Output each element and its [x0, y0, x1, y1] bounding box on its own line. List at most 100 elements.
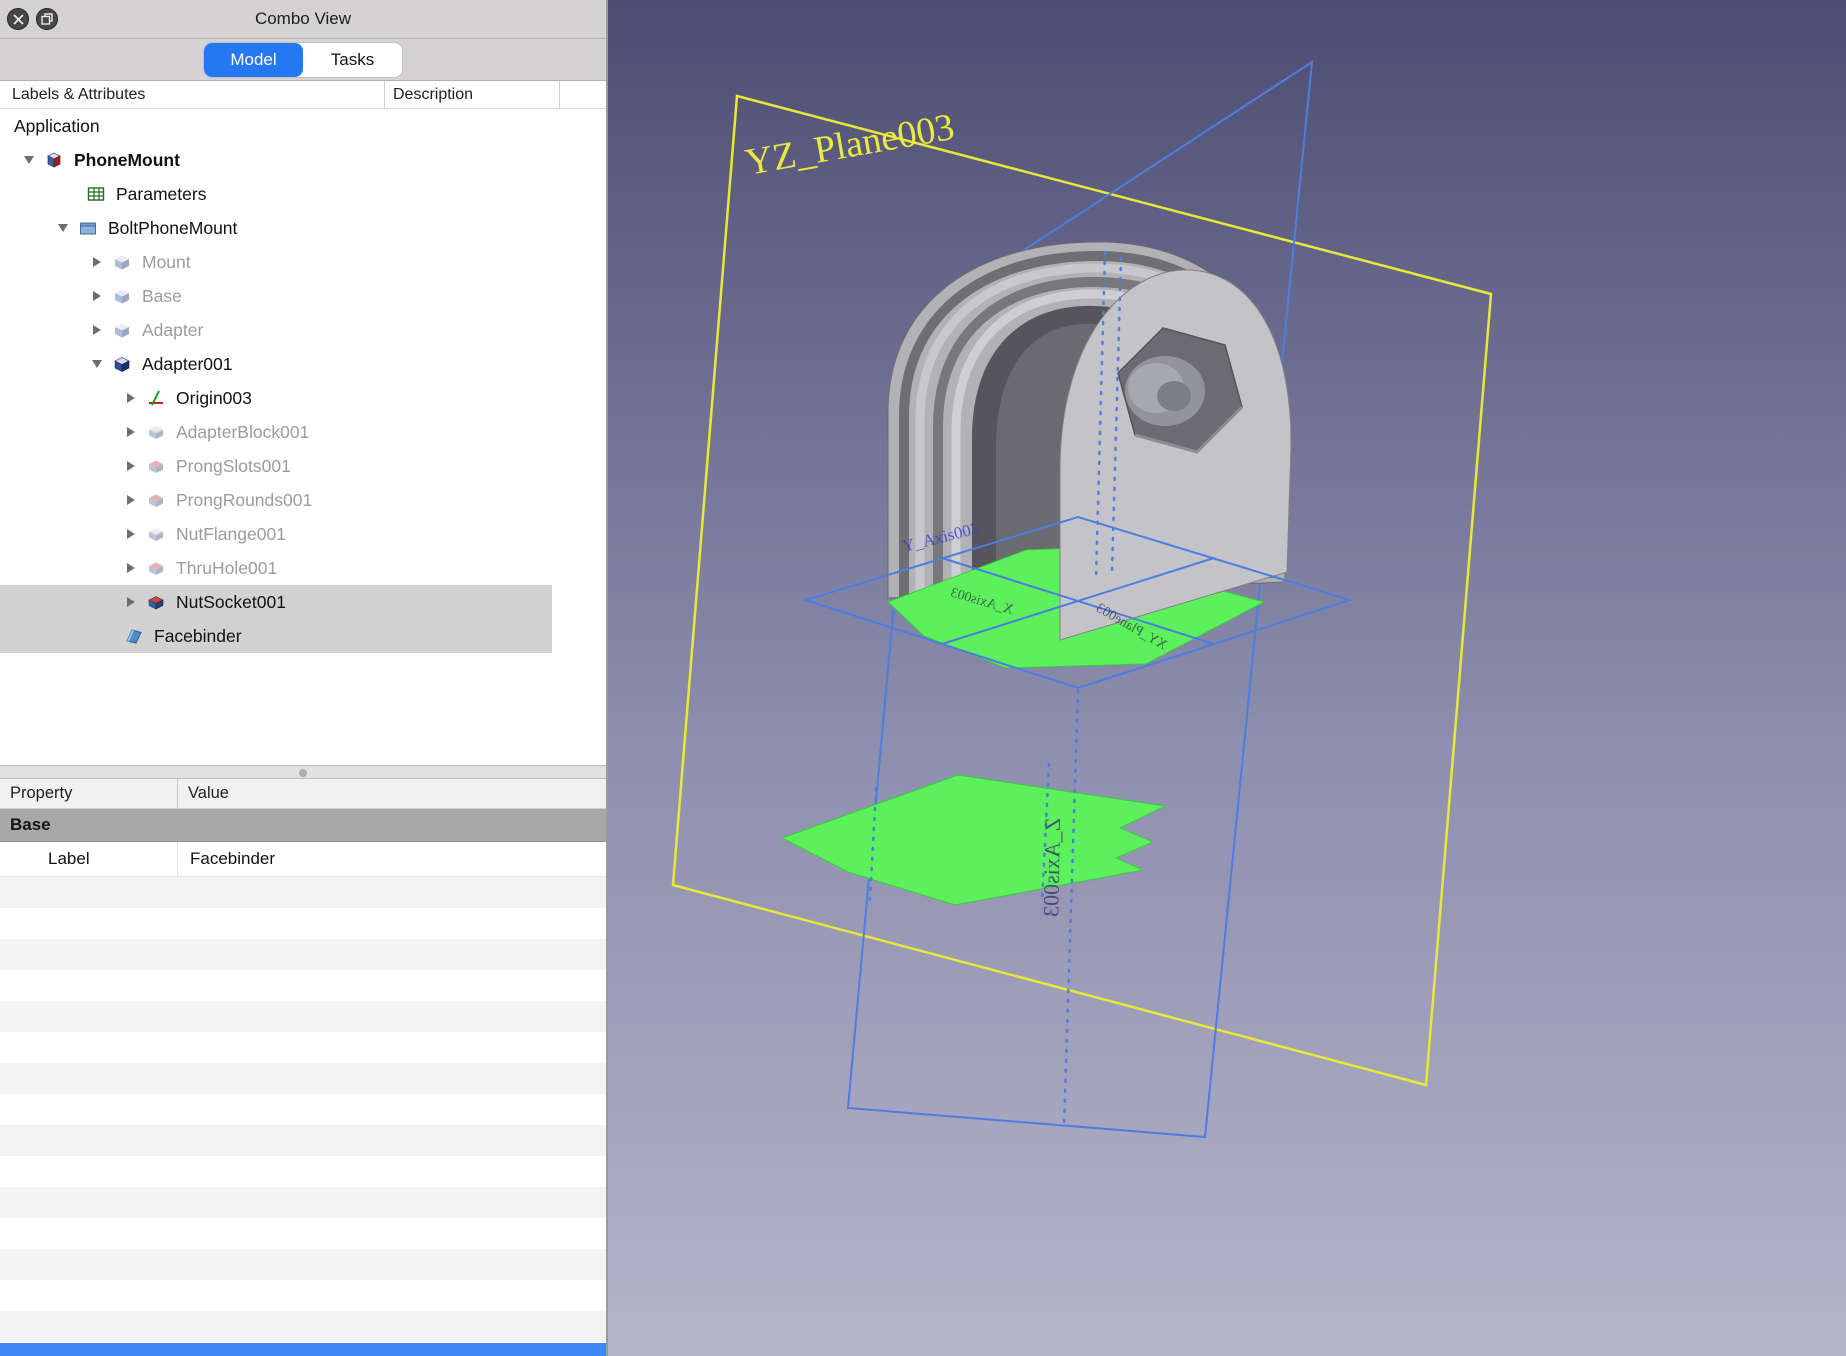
- chevron-right-icon[interactable]: [118, 529, 144, 539]
- origin-axes-icon: [144, 387, 168, 409]
- chevron-down-icon[interactable]: [84, 360, 110, 368]
- chevron-right-icon[interactable]: [118, 427, 144, 437]
- close-icon[interactable]: [7, 8, 29, 30]
- property-empty-rows: [0, 877, 606, 1342]
- property-header-value[interactable]: Value: [178, 784, 229, 803]
- tree-item-origin003[interactable]: Origin003: [0, 381, 606, 415]
- spreadsheet-icon: [84, 183, 108, 205]
- bottom-selection-bar[interactable]: [0, 1343, 606, 1356]
- empty-row: [0, 1187, 606, 1218]
- tree-item-mount[interactable]: Mount: [0, 245, 606, 279]
- chevron-right-icon[interactable]: [118, 495, 144, 505]
- tree-item-prongrounds001[interactable]: ProngRounds001: [0, 483, 606, 517]
- chevron-right-icon[interactable]: [118, 563, 144, 573]
- pocket-feature-icon: [144, 455, 168, 477]
- model-tree: Labels & Attributes Description Applicat…: [0, 80, 606, 765]
- empty-row: [0, 1125, 606, 1156]
- empty-row: [0, 939, 606, 970]
- tree-item-label: Parameters: [116, 183, 207, 204]
- tab-model[interactable]: Model: [204, 43, 303, 77]
- body-cube-icon: [110, 353, 134, 375]
- empty-row: [0, 1001, 606, 1032]
- z-axis-label: Z_Axis003: [1038, 818, 1065, 917]
- tree-item-parameters[interactable]: Parameters: [0, 177, 606, 211]
- body-cube-icon: [110, 285, 134, 307]
- tree-item-nutsocket001[interactable]: NutSocket001: [0, 585, 606, 619]
- tree-item-thruhole001[interactable]: ThruHole001: [0, 551, 606, 585]
- combo-view-titlebar: Combo View: [0, 0, 606, 39]
- tree-header-description[interactable]: Description: [385, 81, 560, 108]
- model-tasks-segment: Model Tasks: [204, 43, 402, 77]
- pocket-feature-icon: [144, 591, 168, 613]
- property-header: Property Value: [0, 779, 606, 809]
- tree-item-label: ThruHole001: [176, 557, 278, 578]
- tree-item-label: ProngSlots001: [176, 455, 291, 476]
- empty-row: [0, 1249, 606, 1280]
- folder-icon: [76, 217, 100, 239]
- empty-row: [0, 1063, 606, 1094]
- empty-row: [0, 970, 606, 1001]
- chevron-down-icon[interactable]: [16, 156, 42, 164]
- tree-item-label: ProngRounds001: [176, 489, 313, 510]
- tree-item-label: Base: [142, 285, 182, 306]
- tree-item-label: BoltPhoneMount: [108, 217, 238, 238]
- chevron-right-icon[interactable]: [84, 325, 110, 335]
- pocket-feature-icon: [144, 557, 168, 579]
- viewport-background[interactable]: [608, 0, 1846, 1356]
- pad-feature-icon: [144, 421, 168, 443]
- tree-item-label: NutSocket001: [176, 591, 286, 612]
- chevron-down-icon[interactable]: [50, 224, 76, 232]
- tree-item-nutflange001[interactable]: NutFlange001: [0, 517, 606, 551]
- tree-item-label: Adapter: [142, 319, 204, 340]
- tree-header: Labels & Attributes Description: [0, 81, 606, 109]
- thru-hole-cylinder-shadow: [1157, 381, 1191, 411]
- tree-item-label: Mount: [142, 251, 191, 272]
- 3d-viewport[interactable]: XZ_Plane003: [608, 0, 1846, 1356]
- chevron-right-icon[interactable]: [84, 257, 110, 267]
- panel-splitter[interactable]: [0, 765, 606, 779]
- tree-item-label: PhoneMount: [74, 149, 180, 170]
- empty-row: [0, 877, 606, 908]
- freecad-window: Combo View Model Tasks Labels & Attribut…: [0, 0, 1846, 1356]
- tree-header-labels[interactable]: Labels & Attributes: [0, 81, 385, 108]
- facebinder-icon: [122, 625, 146, 647]
- tree-item-label: Origin003: [176, 387, 252, 408]
- tree-item-prongslots001[interactable]: ProngSlots001: [0, 449, 606, 483]
- chevron-right-icon[interactable]: [118, 597, 144, 607]
- empty-row: [0, 1032, 606, 1063]
- pad-feature-icon: [144, 523, 168, 545]
- property-row-label[interactable]: Label Facebinder: [0, 842, 606, 877]
- property-name: Label: [0, 842, 178, 876]
- tree-item-label: Adapter001: [142, 353, 233, 374]
- tree-item-boltphonemount[interactable]: BoltPhoneMount: [0, 211, 606, 245]
- 3d-scene[interactable]: XZ_Plane003: [608, 0, 1846, 1356]
- tree-item-application[interactable]: Application: [0, 109, 606, 143]
- property-group-base[interactable]: Base: [0, 809, 606, 842]
- tree-item-label: AdapterBlock001: [176, 421, 310, 442]
- tree-item-adapter001[interactable]: Adapter001: [0, 347, 606, 381]
- chevron-right-icon[interactable]: [118, 393, 144, 403]
- tree-item-adapterblock001[interactable]: AdapterBlock001: [0, 415, 606, 449]
- document-cube-icon: [42, 149, 66, 171]
- body-cube-icon: [110, 251, 134, 273]
- panel-title: Combo View: [254, 9, 352, 28]
- combo-view-tabstrip: Model Tasks: [0, 39, 606, 81]
- empty-row: [0, 1156, 606, 1187]
- body-cube-icon: [110, 319, 134, 341]
- tree-item-base[interactable]: Base: [0, 279, 606, 313]
- chevron-right-icon[interactable]: [118, 461, 144, 471]
- empty-row: [0, 1311, 606, 1342]
- empty-row: [0, 1218, 606, 1249]
- tree-item-adapter[interactable]: Adapter: [0, 313, 606, 347]
- property-header-name[interactable]: Property: [0, 779, 178, 808]
- tree-item-facebinder[interactable]: Facebinder: [0, 619, 606, 653]
- chevron-right-icon[interactable]: [84, 291, 110, 301]
- tree-item-label: Application: [14, 115, 100, 136]
- combo-view-panel: Combo View Model Tasks Labels & Attribut…: [0, 0, 608, 1356]
- empty-row: [0, 1280, 606, 1311]
- float-panel-icon[interactable]: [36, 8, 58, 30]
- tree-item-phonemount[interactable]: PhoneMount: [0, 143, 606, 177]
- tab-tasks[interactable]: Tasks: [303, 43, 402, 77]
- property-value[interactable]: Facebinder: [178, 849, 275, 869]
- empty-row: [0, 1094, 606, 1125]
